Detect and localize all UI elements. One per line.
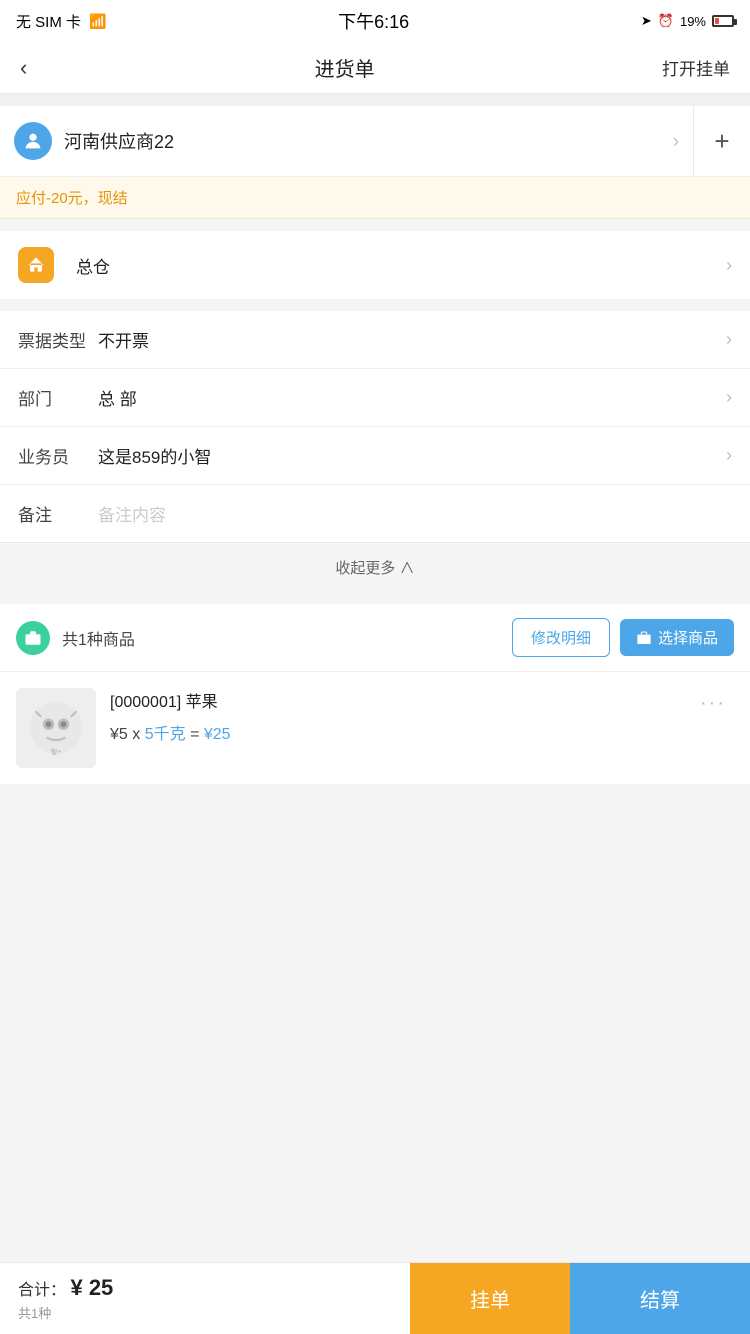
battery-percent: 19% (680, 14, 706, 29)
settle-button[interactable]: 结算 (570, 1263, 750, 1334)
product-thumb-image: 智+ (28, 700, 84, 756)
price-multiply: x (132, 726, 144, 743)
product-total: ¥25 (204, 726, 231, 743)
status-time: 下午6:16 (338, 8, 409, 34)
status-right: ➤ ⏰ 19% (641, 13, 734, 29)
product-count-text: 共1种商品 (62, 626, 512, 650)
collapse-button[interactable]: 收起更多 ∧ (0, 542, 750, 592)
nav-bar: ‹ 进货单 打开挂单 (0, 42, 750, 94)
department-value: 总 部 (98, 385, 726, 410)
product-info: [0000001] 苹果 ¥5 x 5千克 = ¥25 (110, 688, 692, 744)
warehouse-chevron-icon: › (726, 255, 732, 276)
remark-input[interactable]: 备注内容 (98, 501, 732, 526)
product-header: 共1种商品 修改明细 选择商品 (0, 604, 750, 672)
footer-total-main: 合计： ¥ 25 (18, 1275, 392, 1301)
supplier-selector[interactable]: 河南供应商22 › (0, 106, 694, 176)
supplier-name: 河南供应商22 (64, 128, 673, 154)
invoice-type-label: 票据类型 (18, 327, 90, 352)
battery-icon (712, 15, 734, 27)
open-hang-button[interactable]: 打开挂单 (662, 55, 730, 80)
salesperson-label: 业务员 (18, 443, 90, 468)
remark-row[interactable]: 备注 备注内容 (0, 485, 750, 542)
alarm-icon: ⏰ (658, 13, 674, 29)
product-title: 苹果 (186, 694, 218, 711)
add-supplier-button[interactable]: + (694, 106, 750, 176)
supplier-avatar (14, 122, 52, 160)
modify-detail-button[interactable]: 修改明细 (512, 618, 610, 657)
warehouse-section: 总仓 › (0, 231, 750, 299)
select-product-button[interactable]: 选择商品 (620, 619, 734, 656)
warehouse-name: 总仓 (76, 253, 726, 278)
department-row[interactable]: 部门 总 部 › (0, 369, 750, 427)
product-item: 智+ [0000001] 苹果 ¥5 x 5千克 = ¥25 ··· (0, 672, 750, 784)
total-label: 合计： (18, 1282, 66, 1299)
supplier-section: 河南供应商22 › + (0, 106, 750, 177)
invoice-type-row[interactable]: 票据类型 不开票 › (0, 311, 750, 369)
location-icon: ➤ (641, 13, 652, 29)
salesperson-chevron-icon: › (726, 445, 732, 466)
footer: 合计： ¥ 25 共1种 挂单 结算 (0, 1262, 750, 1334)
salesperson-value: 这是859的小智 (98, 443, 726, 468)
back-button[interactable]: ‹ (20, 55, 27, 81)
product-thumbnail: 智+ (16, 688, 96, 768)
warning-banner: 应付-20元，现结 (0, 177, 750, 219)
hang-button[interactable]: 挂单 (410, 1263, 570, 1334)
status-carrier: 无 SIM 卡 📶 (16, 11, 106, 32)
product-count-icon-bg (16, 621, 50, 655)
unit-price: ¥5 (110, 726, 128, 743)
select-product-label: 选择商品 (658, 627, 718, 648)
wifi-icon: 📶 (89, 13, 106, 30)
footer-spacer (0, 784, 750, 864)
footer-total: 合计： ¥ 25 共1种 (0, 1263, 410, 1334)
product-price: ¥5 x 5千克 = ¥25 (110, 720, 692, 744)
product-id: [0000001] (110, 694, 181, 711)
product-more-button[interactable]: ··· (692, 688, 734, 719)
footer-total-sub: 共1种 (18, 1303, 392, 1322)
product-name: [0000001] 苹果 (110, 688, 692, 712)
product-section: 共1种商品 修改明细 选择商品 智+ (0, 604, 750, 784)
status-bar: 无 SIM 卡 📶 下午6:16 ➤ ⏰ 19% (0, 0, 750, 42)
department-chevron-icon: › (726, 387, 732, 408)
price-equals: = (190, 726, 204, 743)
page-title: 进货单 (315, 53, 375, 82)
svg-text:智+: 智+ (51, 747, 62, 756)
warehouse-icon-bg (18, 247, 54, 283)
product-quantity: 5千克 (145, 726, 186, 743)
supplier-chevron-icon: › (673, 131, 679, 152)
battery-fill (715, 18, 719, 24)
invoice-type-value: 不开票 (98, 327, 726, 352)
department-label: 部门 (18, 385, 90, 410)
salesperson-row[interactable]: 业务员 这是859的小智 › (0, 427, 750, 485)
carrier-text: 无 SIM 卡 (16, 11, 81, 32)
divider-top (0, 94, 750, 106)
warehouse-row[interactable]: 总仓 › (0, 231, 750, 299)
select-product-icon (636, 630, 652, 646)
total-amount: ¥ 25 (70, 1275, 113, 1300)
remark-label: 备注 (18, 501, 90, 526)
field-section: 票据类型 不开票 › 部门 总 部 › 业务员 这是859的小智 › 备注 备注… (0, 311, 750, 542)
invoice-chevron-icon: › (726, 329, 732, 350)
